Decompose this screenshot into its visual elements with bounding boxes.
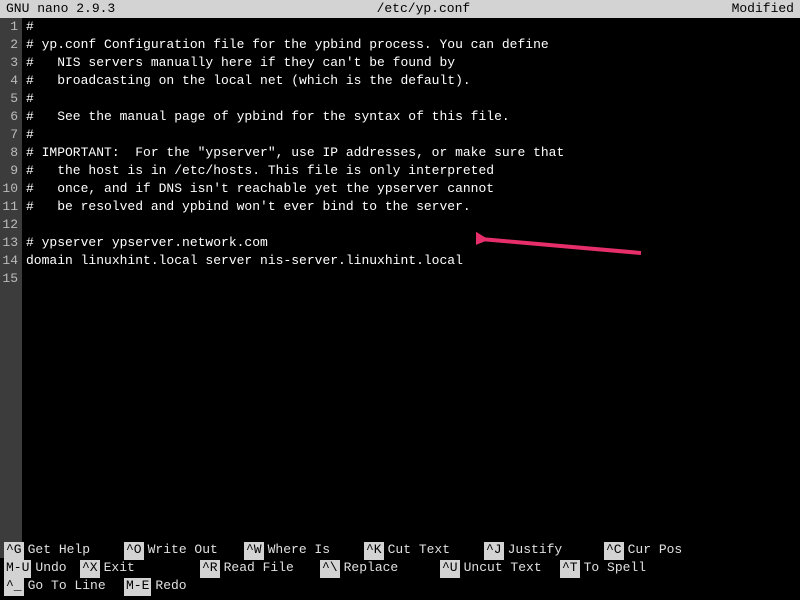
status-label: Modified	[732, 1, 794, 17]
line-number: 11	[0, 198, 18, 216]
editor-area[interactable]: 123456789101112131415 ## yp.conf Configu…	[0, 18, 800, 558]
code-line[interactable]: # yp.conf Configuration file for the ypb…	[26, 36, 800, 54]
shortcut-key: ^O	[124, 542, 144, 560]
shortcut-label: To Spell	[580, 560, 646, 578]
shortcut-key: ^R	[200, 560, 220, 578]
shortcut-item[interactable]: ^JJustify	[484, 542, 604, 560]
shortcut-label: Exit	[100, 560, 135, 578]
code-line[interactable]: # be resolved and ypbind won't ever bind…	[26, 198, 800, 216]
shortcut-label: Go To Line	[24, 578, 106, 596]
code-line[interactable]: #	[26, 126, 800, 144]
shortcut-key: ^W	[244, 542, 264, 560]
shortcut-key: ^U	[440, 560, 460, 578]
line-number: 7	[0, 126, 18, 144]
shortcut-item[interactable]: ^CCur Pos	[604, 542, 724, 560]
line-number: 13	[0, 234, 18, 252]
line-number: 12	[0, 216, 18, 234]
code-line[interactable]: # once, and if DNS isn't reachable yet t…	[26, 180, 800, 198]
shortcut-item[interactable]: ^TTo Spell	[560, 560, 680, 578]
shortcut-key: ^G	[4, 542, 24, 560]
code-line[interactable]: # IMPORTANT: For the "ypserver", use IP …	[26, 144, 800, 162]
shortcut-label: Replace	[340, 560, 399, 578]
shortcut-label: Cut Text	[384, 542, 450, 560]
line-number: 4	[0, 72, 18, 90]
code-line[interactable]: # ypserver ypserver.network.com	[26, 234, 800, 252]
shortcut-item[interactable]: ^GGet Help	[4, 542, 124, 560]
line-number: 3	[0, 54, 18, 72]
shortcut-label: Redo	[151, 578, 186, 596]
line-number: 1	[0, 18, 18, 36]
shortcut-bar: ^GGet Help^OWrite Out^WWhere Is^KCut Tex…	[0, 542, 800, 596]
shortcut-item[interactable]: ^RRead File	[200, 560, 320, 578]
shortcut-key: ^C	[604, 542, 624, 560]
shortcut-label: Cur Pos	[624, 542, 683, 560]
shortcut-key: ^J	[484, 542, 504, 560]
shortcut-item[interactable]: M-ERedo	[124, 578, 200, 596]
shortcut-item[interactable]: ^UUncut Text	[440, 560, 560, 578]
code-line[interactable]: # See the manual page of ypbind for the …	[26, 108, 800, 126]
shortcut-item[interactable]: ^_Go To Line	[4, 578, 124, 596]
editor-content[interactable]: ## yp.conf Configuration file for the yp…	[22, 18, 800, 558]
line-number: 2	[0, 36, 18, 54]
file-name: /etc/yp.conf	[115, 1, 731, 17]
line-gutter: 123456789101112131415	[0, 18, 22, 558]
shortcut-label: Read File	[220, 560, 294, 578]
shortcut-key: ^T	[560, 560, 580, 578]
shortcut-item[interactable]: ^\Replace	[320, 560, 440, 578]
shortcut-key: ^\	[320, 560, 340, 578]
code-line[interactable]: # NIS servers manually here if they can'…	[26, 54, 800, 72]
shortcut-key: ^K	[364, 542, 384, 560]
shortcut-item[interactable]: ^XExit	[80, 560, 200, 578]
line-number: 14	[0, 252, 18, 270]
line-number: 5	[0, 90, 18, 108]
shortcut-label: Undo	[31, 560, 66, 578]
line-number: 15	[0, 270, 18, 288]
titlebar: GNU nano 2.9.3 /etc/yp.conf Modified	[0, 0, 800, 18]
shortcut-key: ^X	[80, 560, 100, 578]
app-name: GNU nano 2.9.3	[6, 1, 115, 17]
code-line[interactable]	[26, 270, 800, 288]
line-number: 6	[0, 108, 18, 126]
shortcut-item[interactable]: ^OWrite Out	[124, 542, 244, 560]
shortcut-label: Justify	[504, 542, 563, 560]
shortcut-label: Write Out	[144, 542, 218, 560]
code-line[interactable]	[26, 216, 800, 234]
code-line[interactable]: domain linuxhint.local server nis-server…	[26, 252, 800, 270]
code-line[interactable]: # the host is in /etc/hosts. This file i…	[26, 162, 800, 180]
code-line[interactable]: # broadcasting on the local net (which i…	[26, 72, 800, 90]
line-number: 8	[0, 144, 18, 162]
shortcut-label: Where Is	[264, 542, 330, 560]
shortcut-key: M-E	[124, 578, 151, 596]
shortcut-key: M-U	[4, 560, 31, 578]
shortcut-key: ^_	[4, 578, 24, 596]
code-line[interactable]: #	[26, 90, 800, 108]
shortcut-label: Get Help	[24, 542, 90, 560]
code-line[interactable]: #	[26, 18, 800, 36]
line-number: 10	[0, 180, 18, 198]
shortcut-item[interactable]: ^KCut Text	[364, 542, 484, 560]
shortcut-item[interactable]: ^WWhere Is	[244, 542, 364, 560]
shortcut-label: Uncut Text	[460, 560, 542, 578]
line-number: 9	[0, 162, 18, 180]
shortcut-item[interactable]: M-UUndo	[4, 560, 80, 578]
